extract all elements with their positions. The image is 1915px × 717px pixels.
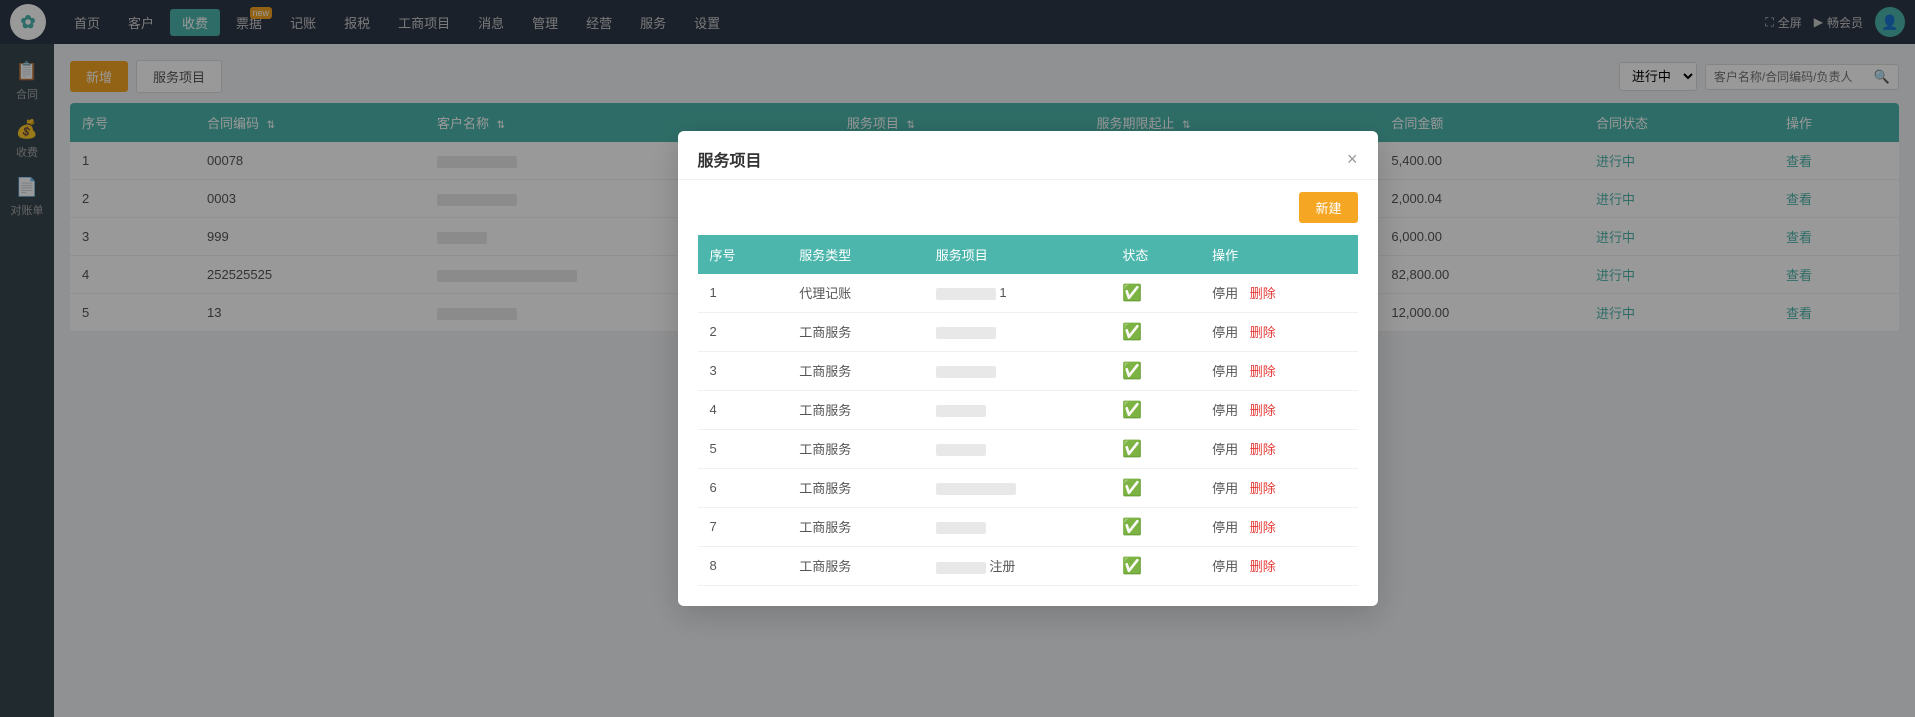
modal-table-row: 5 工商服务 ✅ 停用 删除	[698, 429, 1358, 468]
delete-button[interactable]: 删除	[1250, 520, 1276, 535]
modal-title: 服务项目	[698, 147, 762, 171]
delete-button[interactable]: 删除	[1250, 364, 1276, 379]
modal-col-action: 操作	[1200, 235, 1357, 274]
stop-button[interactable]: 停用	[1212, 559, 1238, 574]
delete-button[interactable]: 删除	[1250, 481, 1276, 496]
delete-button[interactable]: 删除	[1250, 325, 1276, 340]
status-check-icon: ✅	[1122, 363, 1142, 380]
status-check-icon: ✅	[1122, 441, 1142, 458]
modal-close-button[interactable]: ×	[1347, 150, 1358, 168]
modal-body: 序号 服务类型 服务项目 状态 操作 1 代理记账 1 ✅ 停用 删除	[678, 235, 1378, 606]
stop-button[interactable]: 停用	[1212, 442, 1238, 457]
modal-table-row: 4 工商服务 ✅ 停用 删除	[698, 390, 1358, 429]
modal-toolbar: 新建	[678, 180, 1378, 235]
modal-table-row: 3 工商服务 ✅ 停用 删除	[698, 351, 1358, 390]
status-check-icon: ✅	[1122, 402, 1142, 419]
status-check-icon: ✅	[1122, 324, 1142, 341]
modal-table-row: 1 代理记账 1 ✅ 停用 删除	[698, 274, 1358, 313]
stop-button[interactable]: 停用	[1212, 325, 1238, 340]
modal-header: 服务项目 ×	[678, 131, 1378, 180]
modal-col-type: 服务类型	[787, 235, 923, 274]
service-modal: 服务项目 × 新建 序号 服务类型 服务项目 状态 操作 1 代理记账 1	[678, 131, 1378, 606]
status-check-icon: ✅	[1122, 519, 1142, 536]
modal-table-row: 6 工商服务 ✅ 停用 删除	[698, 468, 1358, 507]
delete-button[interactable]: 删除	[1250, 286, 1276, 301]
modal-col-seq: 序号	[698, 235, 788, 274]
stop-button[interactable]: 停用	[1212, 520, 1238, 535]
status-check-icon: ✅	[1122, 558, 1142, 575]
modal-table-row: 2 工商服务 ✅ 停用 删除	[698, 312, 1358, 351]
delete-button[interactable]: 删除	[1250, 403, 1276, 418]
stop-button[interactable]: 停用	[1212, 286, 1238, 301]
modal-col-status: 状态	[1110, 235, 1200, 274]
stop-button[interactable]: 停用	[1212, 364, 1238, 379]
delete-button[interactable]: 删除	[1250, 442, 1276, 457]
modal-table-row: 8 工商服务 注册 ✅ 停用 删除	[698, 546, 1358, 585]
modal-table: 序号 服务类型 服务项目 状态 操作 1 代理记账 1 ✅ 停用 删除	[698, 235, 1358, 586]
status-check-icon: ✅	[1122, 480, 1142, 497]
modal-table-row: 7 工商服务 ✅ 停用 删除	[698, 507, 1358, 546]
modal-new-button[interactable]: 新建	[1299, 192, 1357, 223]
delete-button[interactable]: 删除	[1250, 559, 1276, 574]
status-check-icon: ✅	[1122, 285, 1142, 302]
stop-button[interactable]: 停用	[1212, 403, 1238, 418]
stop-button[interactable]: 停用	[1212, 481, 1238, 496]
modal-col-item: 服务项目	[924, 235, 1111, 274]
